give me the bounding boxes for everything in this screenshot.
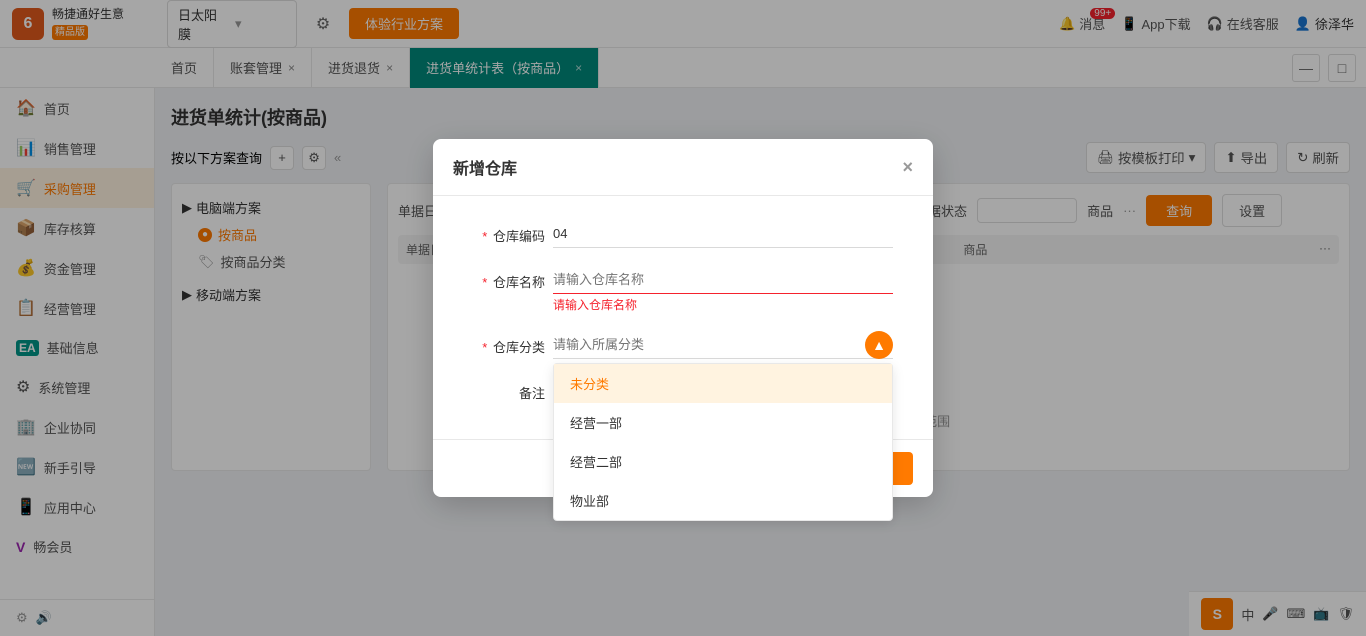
dropdown-item-ops1[interactable]: 经营一部	[554, 403, 892, 442]
category-select-wrap: ▲ 未分类 经营一部 经营二部 物业部	[553, 331, 893, 359]
modal-body: * 仓库编码 * 仓库名称 请输入仓库名称	[433, 196, 933, 439]
name-input[interactable]	[553, 266, 893, 294]
code-input-wrap	[553, 220, 893, 248]
dropdown-item-property[interactable]: 物业部	[554, 481, 892, 520]
new-warehouse-modal: 新增仓库 × * 仓库编码 * 仓库名称	[433, 139, 933, 497]
dropdown-item-uncategorized[interactable]: 未分类	[554, 364, 892, 403]
name-label: * 仓库名称	[473, 266, 553, 291]
name-error-msg: 请输入仓库名称	[553, 296, 893, 313]
modal-header: 新增仓库 ×	[433, 139, 933, 196]
name-input-wrap: 请输入仓库名称	[553, 266, 893, 313]
category-input[interactable]	[553, 331, 893, 359]
category-dropdown-list: 未分类 经营一部 经营二部 物业部	[553, 363, 893, 521]
form-row-category: * 仓库分类 ▲ 未分类 经营一部 经营二部 物业部	[473, 331, 893, 359]
dropdown-item-ops2[interactable]: 经营二部	[554, 442, 892, 481]
modal-overlay: 新增仓库 × * 仓库编码 * 仓库名称	[0, 0, 1366, 636]
form-row-code: * 仓库编码	[473, 220, 893, 248]
category-dropdown-toggle[interactable]: ▲	[865, 331, 893, 359]
modal-title: 新增仓库	[453, 155, 517, 179]
category-label: * 仓库分类	[473, 331, 553, 356]
code-input[interactable]	[553, 220, 893, 248]
code-label: * 仓库编码	[473, 220, 553, 245]
form-row-name: * 仓库名称 请输入仓库名称	[473, 266, 893, 313]
modal-close-button[interactable]: ×	[902, 157, 913, 178]
note-label: 备注	[473, 377, 553, 402]
